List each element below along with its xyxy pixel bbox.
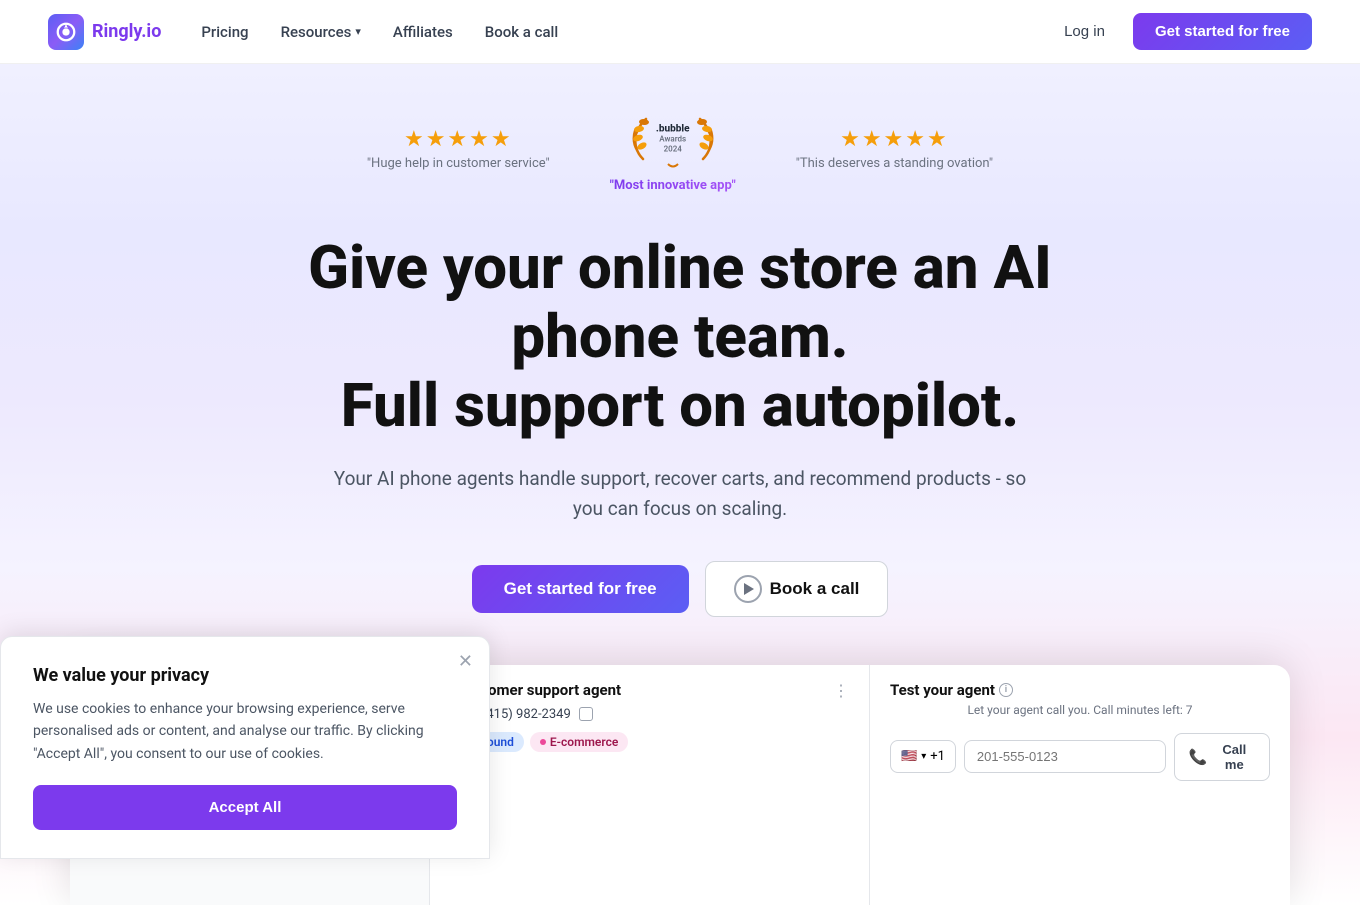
chevron-icon: ▾ (921, 751, 926, 762)
accept-all-button[interactable]: Accept All (33, 785, 457, 830)
call-input-row: 🇺🇸 ▾ +1 📞 Call me (890, 733, 1270, 781)
nav-links: Pricing Resources ▾ Affiliates Book a ca… (201, 23, 558, 41)
privacy-banner: ✕ We value your privacy We use cookies t… (0, 636, 490, 859)
cta-row: Get started for free Book a call (20, 561, 1340, 617)
nav-right: Log in Get started for free (1052, 13, 1312, 50)
privacy-title: We value your privacy (33, 665, 457, 686)
bubble-award: .bubble Awards 2024 "Most innovative app… (610, 104, 736, 193)
review-right: ★★★★★ "This deserves a standing ovation" (796, 127, 993, 171)
flag-icon: 🇺🇸 (901, 749, 917, 764)
login-button[interactable]: Log in (1052, 15, 1117, 48)
dashboard-test-panel: Test your agent i Let your agent call yo… (870, 665, 1290, 905)
more-options-icon[interactable]: ⋮ (833, 681, 849, 700)
logo-text: Ringly.io (92, 21, 161, 42)
phone-number-input[interactable] (964, 740, 1166, 773)
test-agent-title: Test your agent i (890, 681, 1270, 699)
nav-resources[interactable]: Resources ▾ (281, 23, 361, 41)
copy-icon[interactable] (579, 707, 593, 721)
play-icon (734, 575, 762, 603)
stars-right: ★★★★★ (840, 127, 949, 152)
logo-icon (48, 14, 84, 50)
ecommerce-dot (540, 739, 546, 745)
info-icon: i (999, 683, 1013, 697)
get-started-nav-button[interactable]: Get started for free (1133, 13, 1312, 50)
hero-subtext: Your AI phone agents handle support, rec… (330, 464, 1030, 525)
play-triangle (744, 583, 754, 595)
navigation: Ringly.io Pricing Resources ▾ Affiliates… (0, 0, 1360, 64)
chevron-down-icon: ▾ (355, 25, 361, 38)
privacy-text: We use cookies to enhance your browsing … (33, 698, 457, 765)
dashboard-agent-panel: Customer support agent +1 (415) 982-2349… (430, 665, 870, 905)
book-call-button[interactable]: Book a call (705, 561, 889, 617)
get-started-hero-button[interactable]: Get started for free (472, 565, 689, 613)
ecommerce-badge: E-commerce (530, 732, 628, 752)
test-subtitle: Let your agent call you. Call minutes le… (890, 703, 1270, 717)
phone-icon: 📞 (1189, 748, 1208, 766)
nav-book-call[interactable]: Book a call (485, 23, 558, 41)
stars-left: ★★★★★ (404, 127, 513, 152)
review-left: ★★★★★ "Huge help in customer service" (367, 127, 550, 171)
logo[interactable]: Ringly.io (48, 14, 161, 50)
hero-heading: Give your online store an AI phone team.… (230, 233, 1130, 440)
review-label-left: "Huge help in customer service" (367, 156, 550, 171)
nav-pricing[interactable]: Pricing (201, 23, 248, 41)
bubble-caption: "Most innovative app" (610, 178, 736, 193)
nav-affiliates[interactable]: Affiliates (393, 23, 453, 41)
call-me-button[interactable]: 📞 Call me (1174, 733, 1270, 781)
country-selector[interactable]: 🇺🇸 ▾ +1 (890, 740, 956, 773)
country-code: +1 (930, 749, 945, 764)
review-label-right: "This deserves a standing ovation" (796, 156, 993, 171)
social-proof-row: ★★★★★ "Huge help in customer service" (20, 104, 1340, 193)
privacy-close-button[interactable]: ✕ (458, 651, 473, 672)
